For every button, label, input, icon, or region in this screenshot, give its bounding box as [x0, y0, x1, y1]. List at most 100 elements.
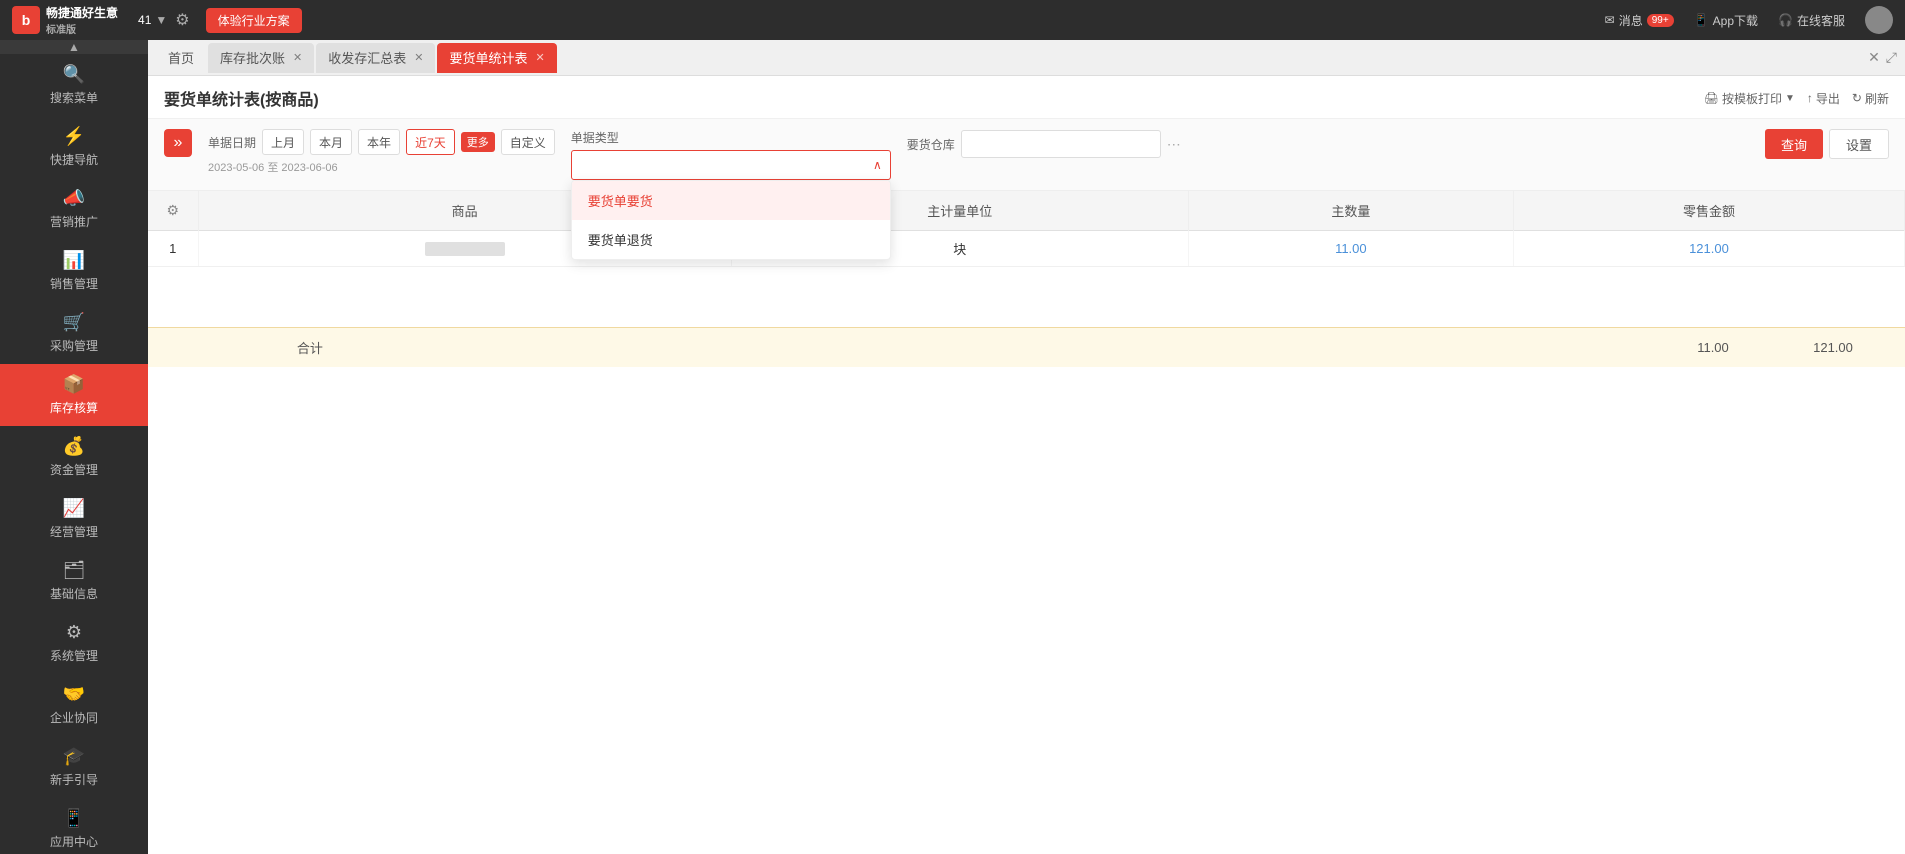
store-selector[interactable]: 41 ▼ — [138, 13, 167, 27]
btn-more[interactable]: 更多 — [461, 132, 495, 152]
sidebar-label-inventory: 库存核算 — [50, 399, 98, 416]
footer-label: 合计 — [160, 338, 420, 357]
headset-icon: 🎧 — [1778, 13, 1793, 27]
page-actions: 🖨 按模板打印 ▼ ↑ 导出 ↻ 刷新 — [1704, 90, 1889, 107]
cooperation-icon: 🤝 — [63, 684, 85, 705]
footer-total-label: 合计 — [297, 341, 323, 356]
main-layout: ▲ 🔍 搜索菜单 ⚡ 快捷导航 📣 营销推广 📊 销售管理 🛒 采购管理 📦 库… — [0, 40, 1905, 854]
sidebar-item-cooperation[interactable]: 🤝 企业协同 — [0, 674, 148, 736]
export-btn[interactable]: ↑ 导出 — [1807, 90, 1840, 107]
table-area: ⚙ 商品 主计量单位 主数量 零 — [148, 191, 1905, 327]
date-filter-group: 单据日期 上月 本月 本年 近7天 更多 自定义 2023-05-06 至 20… — [208, 129, 555, 175]
app-download-label: App下载 — [1713, 12, 1758, 29]
warehouse-input[interactable] — [961, 130, 1161, 158]
refresh-label: 刷新 — [1865, 90, 1889, 107]
col-amount: 零售金额 — [1513, 191, 1904, 231]
message-btn[interactable]: ✉ 消息 99+ — [1605, 12, 1674, 29]
tab-close-inventory-batch[interactable]: ✕ — [293, 51, 302, 64]
marketing-icon: 📣 — [63, 188, 85, 209]
btn-this-month[interactable]: 本月 — [310, 129, 352, 155]
topbar-gear-icon[interactable]: ⚙ — [175, 10, 189, 30]
sidebar-label-search: 搜索菜单 — [50, 89, 98, 106]
table-footer: 合计 11.00 121.00 — [148, 327, 1905, 367]
sidebar-item-shortcut[interactable]: ⚡ 快捷导航 — [0, 116, 148, 178]
tab-home[interactable]: 首页 — [156, 43, 206, 73]
tab-order-stats[interactable]: 要货单统计表 ✕ — [437, 43, 556, 73]
sidebar-item-sales[interactable]: 📊 销售管理 — [0, 240, 148, 302]
filter-expand-btn[interactable]: » — [164, 129, 192, 157]
sidebar-item-inventory[interactable]: 📦 库存核算 — [0, 364, 148, 426]
tab-bar: 首页 库存批次账 ✕ 收发存汇总表 ✕ 要货单统计表 ✕ ✕ ⤢ — [148, 40, 1905, 76]
sidebar-label-app-center: 应用中心 — [50, 833, 98, 850]
print-label: 按模板打印 — [1722, 90, 1782, 107]
filter-bar: » 单据日期 上月 本月 本年 近7天 更多 自定义 2023-05-06 至 … — [148, 119, 1905, 191]
tab-window-close-icon[interactable]: ✕ — [1868, 49, 1880, 66]
btn-custom[interactable]: 自定义 — [501, 129, 555, 155]
sidebar-label-basic: 基础信息 — [50, 585, 98, 602]
tab-inventory-batch[interactable]: 库存批次账 ✕ — [208, 43, 314, 73]
sidebar-label-finance: 资金管理 — [50, 461, 98, 478]
print-btn[interactable]: 🖨 按模板打印 ▼ — [1704, 90, 1795, 107]
sidebar-label-cooperation: 企业协同 — [50, 709, 98, 726]
message-badge: 99+ — [1647, 14, 1674, 27]
online-service-btn[interactable]: 🎧 在线客服 — [1778, 12, 1845, 29]
settings-btn[interactable]: 设置 — [1829, 129, 1889, 159]
col-settings[interactable]: ⚙ — [148, 191, 198, 231]
sidebar-item-marketing[interactable]: 📣 营销推广 — [0, 178, 148, 240]
sidebar-item-finance[interactable]: 💰 资金管理 — [0, 426, 148, 488]
basic-icon: 🗂 — [63, 560, 86, 581]
industry-btn[interactable]: 体验行业方案 — [206, 8, 302, 33]
sales-icon: 📊 — [63, 250, 85, 271]
page-header: 要货单统计表(按商品) 🖨 按模板打印 ▼ ↑ 导出 ↻ 刷新 — [148, 76, 1905, 119]
tab-home-label: 首页 — [168, 48, 194, 67]
sidebar-item-operation[interactable]: 📈 经营管理 — [0, 488, 148, 550]
footer-amount: 121.00 — [1773, 340, 1893, 355]
guide-icon: 🎓 — [63, 746, 85, 767]
data-table: ⚙ 商品 主计量单位 主数量 零 — [148, 191, 1905, 267]
sidebar-label-marketing: 营销推广 — [50, 213, 98, 230]
row-qty: 11.00 — [1188, 231, 1513, 267]
dropdown-item-order[interactable]: 要货单要货 — [572, 181, 890, 220]
topbar-right: ✉ 消息 99+ 📱 App下载 🎧 在线客服 — [1605, 6, 1893, 34]
warehouse-label: 要货仓库 — [907, 136, 955, 153]
sidebar-item-app-center[interactable]: 📱 应用中心 — [0, 798, 148, 854]
page-title: 要货单统计表(按商品) — [164, 86, 319, 110]
sidebar-item-purchase[interactable]: 🛒 采购管理 — [0, 302, 148, 364]
refresh-btn[interactable]: ↻ 刷新 — [1852, 90, 1889, 107]
app-version: 标准版 — [46, 21, 118, 36]
tab-close-receivable-summary[interactable]: ✕ — [414, 51, 423, 64]
tab-receivable-summary[interactable]: 收发存汇总表 ✕ — [316, 43, 435, 73]
sidebar-item-basic[interactable]: 🗂 基础信息 — [0, 550, 148, 612]
shortcut-icon: ⚡ — [63, 126, 85, 147]
message-icon: ✉ — [1605, 13, 1615, 27]
row-seq: 1 — [148, 231, 198, 267]
warehouse-more-icon[interactable]: ⋯ — [1167, 136, 1181, 153]
operation-icon: 📈 — [63, 498, 85, 519]
user-avatar[interactable] — [1865, 6, 1893, 34]
mobile-icon: 📱 — [1694, 13, 1709, 27]
online-service-label: 在线客服 — [1797, 12, 1845, 29]
dropdown-item-return[interactable]: 要货单退货 — [572, 220, 890, 259]
btn-this-year[interactable]: 本年 — [358, 129, 400, 155]
query-btn[interactable]: 查询 — [1765, 129, 1823, 159]
footer-qty: 11.00 — [1653, 340, 1773, 355]
refresh-icon: ↻ — [1852, 91, 1862, 105]
sidebar-scroll-up[interactable]: ▲ — [0, 40, 148, 54]
app-download-btn[interactable]: 📱 App下载 — [1694, 12, 1758, 29]
tab-bar-actions: ✕ ⤢ — [1868, 49, 1905, 66]
btn-last7days[interactable]: 近7天 — [406, 129, 455, 155]
sidebar-item-system[interactable]: ⚙ 系统管理 — [0, 612, 148, 674]
sidebar-item-search[interactable]: 🔍 搜索菜单 — [0, 54, 148, 116]
store-name: 41 — [138, 13, 151, 27]
type-select[interactable]: ∧ — [571, 150, 891, 180]
tab-window-expand-icon[interactable]: ⤢ — [1886, 49, 1897, 66]
btn-last-month[interactable]: 上月 — [262, 129, 304, 155]
tab-inventory-batch-label: 库存批次账 — [220, 48, 285, 67]
print-icon: 🖨 — [1704, 91, 1719, 105]
sidebar-item-guide[interactable]: 🎓 新手引导 — [0, 736, 148, 798]
content-area: 首页 库存批次账 ✕ 收发存汇总表 ✕ 要货单统计表 ✕ ✕ ⤢ 要 — [148, 40, 1905, 854]
tab-close-order-stats[interactable]: ✕ — [536, 51, 545, 64]
table-settings-icon[interactable]: ⚙ — [166, 202, 179, 218]
type-filter-label: 单据类型 — [571, 129, 891, 146]
date-range-text: 2023-05-06 至 2023-06-06 — [208, 159, 555, 175]
